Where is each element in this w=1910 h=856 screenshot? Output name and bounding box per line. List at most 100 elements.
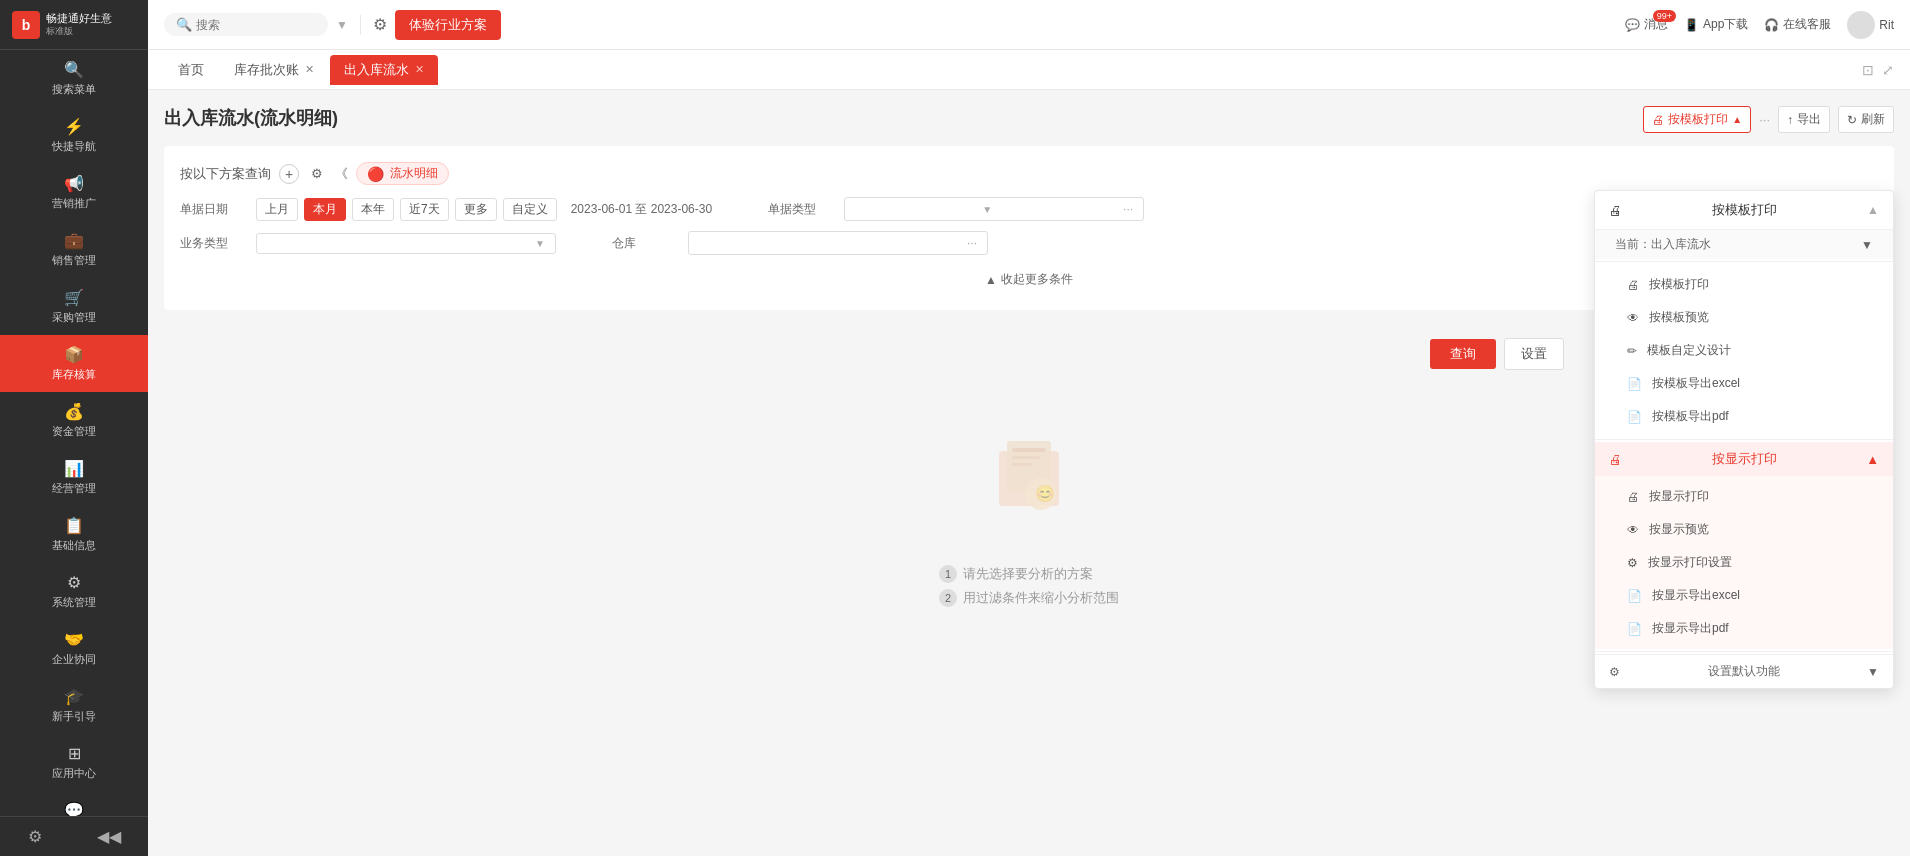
dropdown-display-section: 🖨 按显示打印 👁 按显示预览 ⚙ 按显示打印设置 📄 按显示导出excel 📄	[1595, 476, 1893, 649]
sidebar-label-sales: 销售管理	[52, 253, 96, 268]
dropdown-template-print[interactable]: 🖨 按模板打印	[1595, 268, 1893, 301]
filter-collapse-btn[interactable]: 《	[335, 165, 348, 183]
dropdown-display-print-settings[interactable]: ⚙ 按显示打印设置	[1595, 546, 1893, 579]
sidebar-label-basic: 基础信息	[52, 538, 96, 553]
tab-minimize-icon[interactable]: ⊡	[1862, 62, 1874, 78]
date-btn-this-month[interactable]: 本月	[304, 198, 346, 221]
filter-tag-flow[interactable]: 🔴 流水明细	[356, 162, 449, 185]
filter-tag-label: 流水明细	[390, 165, 438, 182]
sidebar-item-marketing[interactable]: 📢 营销推广	[0, 164, 148, 221]
dropdown-display-section-header[interactable]: 🖨 按显示打印 ▲	[1595, 442, 1893, 476]
app-subtitle: 标准版	[46, 25, 112, 38]
export-label: 导出	[1797, 111, 1821, 128]
dropdown-display-print[interactable]: 🖨 按显示打印	[1595, 480, 1893, 513]
dropdown-template-preview[interactable]: 👁 按模板预览	[1595, 301, 1893, 334]
pdf-icon-1: 📄	[1627, 410, 1642, 424]
tab-flow-label: 出入库流水	[344, 61, 409, 79]
date-btn-last-month[interactable]: 上月	[256, 198, 298, 221]
graduation-icon: 🎓	[64, 687, 84, 706]
hint-2: 2 用过滤条件来缩小分析范围	[939, 589, 1119, 607]
tab-flow[interactable]: 出入库流水 ✕	[330, 55, 438, 85]
user-avatar-btn[interactable]: Rit	[1847, 11, 1894, 39]
sidebar-item-purchase[interactable]: 🛒 采购管理	[0, 278, 148, 335]
app-download-btn[interactable]: 📱 App下载	[1684, 16, 1748, 33]
date-btn-this-year[interactable]: 本年	[352, 198, 394, 221]
tab-home[interactable]: 首页	[164, 55, 218, 85]
dropdown-display-excel[interactable]: 📄 按显示导出excel	[1595, 579, 1893, 612]
dropdown-chevron[interactable]: ▼	[336, 18, 348, 32]
message-btn[interactable]: 💬 消息 99+	[1625, 16, 1668, 33]
dropdown-current-chevron[interactable]: ▼	[1861, 238, 1873, 252]
action-row: 查询 设置	[148, 338, 1564, 370]
sidebar-item-operation[interactable]: 📊 经营管理	[0, 449, 148, 506]
doc-type-more-icon[interactable]: ···	[1123, 202, 1133, 216]
print-dropdown-panel: 🖨 按模板打印 ▲ 当前：出入库流水 ▼ 🖨 按模板打印 👁 按模板预览	[1594, 190, 1894, 689]
eye-icon-1: 👁	[1627, 311, 1639, 325]
warehouse-select[interactable]: ···	[688, 231, 988, 255]
online-service-btn[interactable]: 🎧 在线客服	[1764, 16, 1831, 33]
industry-btn[interactable]: 体验行业方案	[395, 10, 501, 40]
dropdown-template-excel[interactable]: 📄 按模板导出excel	[1595, 367, 1893, 400]
tab-flow-close[interactable]: ✕	[415, 63, 424, 76]
logo-area: b 畅捷通好生意 标准版	[0, 0, 148, 50]
refresh-btn[interactable]: ↻ 刷新	[1838, 106, 1894, 133]
message-icon: 💬	[1625, 18, 1640, 32]
tab-home-label: 首页	[178, 61, 204, 79]
filter-add-btn[interactable]: +	[279, 164, 299, 184]
topbar-gear-icon[interactable]: ⚙	[373, 15, 387, 34]
sidebar-item-quick-nav[interactable]: ⚡ 快捷导航	[0, 107, 148, 164]
dropdown-current-label: 当前：出入库流水	[1615, 236, 1711, 253]
warehouse-more-icon[interactable]: ···	[967, 236, 977, 250]
date-btn-more[interactable]: 更多	[455, 198, 497, 221]
topbar-divider	[360, 15, 361, 35]
sidebar-item-inventory[interactable]: 📦 库存核算	[0, 335, 148, 392]
eye-icon-2: 👁	[1627, 523, 1639, 537]
dropdown-template-pdf-label: 按模板导出pdf	[1652, 408, 1729, 425]
date-btn-last-7[interactable]: 近7天	[400, 198, 449, 221]
sidebar-item-wechat[interactable]: 💬 企业微信	[0, 791, 148, 816]
sidebar-item-finance[interactable]: 💰 资金管理	[0, 392, 148, 449]
tab-batch-ledger[interactable]: 库存批次账 ✕	[220, 55, 328, 85]
date-btn-custom[interactable]: 自定义	[503, 198, 557, 221]
sidebar-collapse-btn[interactable]: ◀◀	[97, 827, 121, 846]
user-name: Rit	[1879, 18, 1894, 32]
export-btn[interactable]: ↑ 导出	[1778, 106, 1830, 133]
sidebar-label-inventory: 库存核算	[52, 367, 96, 382]
search-box[interactable]: 🔍	[164, 13, 328, 36]
sidebar-item-basic[interactable]: 📋 基础信息	[0, 506, 148, 563]
sidebar-item-system[interactable]: ⚙ 系统管理	[0, 563, 148, 620]
search-input[interactable]	[196, 18, 316, 32]
sidebar-settings-btn[interactable]: ⚙	[28, 827, 42, 846]
sidebar-item-newbie[interactable]: 🎓 新手引导	[0, 677, 148, 734]
tab-expand-icon[interactable]: ⤢	[1882, 62, 1894, 78]
dropdown-template-preview-label: 按模板预览	[1649, 309, 1709, 326]
doc-type-select[interactable]: ▼ ···	[844, 197, 1144, 221]
sidebar-label-finance: 资金管理	[52, 424, 96, 439]
query-btn[interactable]: 查询	[1430, 339, 1496, 369]
settings-btn[interactable]: 设置	[1504, 338, 1564, 370]
chart-icon: 📊	[64, 459, 84, 478]
sidebar-item-app-center[interactable]: ⊞ 应用中心	[0, 734, 148, 791]
toolbar-more-icon[interactable]: ···	[1759, 112, 1770, 127]
dropdown-template-pdf[interactable]: 📄 按模板导出pdf	[1595, 400, 1893, 433]
filter-setting-btn[interactable]: ⚙	[307, 164, 327, 184]
search-icon: 🔍	[64, 60, 84, 79]
divider-3	[1595, 651, 1893, 652]
dropdown-template-custom[interactable]: ✏ 模板自定义设计	[1595, 334, 1893, 367]
business-type-label: 业务类型	[180, 235, 240, 252]
dropdown-close-chevron[interactable]: ▲	[1867, 203, 1879, 217]
toolbar: 🖨 按模板打印 ▲ ··· ↑ 导出 ↻ 刷新	[1643, 106, 1894, 133]
tab-batch-ledger-close[interactable]: ✕	[305, 63, 314, 76]
sidebar-item-search[interactable]: 🔍 搜索菜单	[0, 50, 148, 107]
sidebar-item-enterprise[interactable]: 🤝 企业协同	[0, 620, 148, 677]
business-type-select[interactable]: ▼	[256, 233, 556, 254]
dropdown-display-label: 按显示打印	[1712, 450, 1777, 468]
dropdown-display-pdf[interactable]: 📄 按显示导出pdf	[1595, 612, 1893, 645]
sidebar-label-system: 系统管理	[52, 595, 96, 610]
print-template-btn[interactable]: 🖨 按模板打印 ▲	[1643, 106, 1751, 133]
sidebar-label-enterprise: 企业协同	[52, 652, 96, 667]
dropdown-footer[interactable]: ⚙ 设置默认功能 ▼	[1595, 654, 1893, 688]
svg-rect-3	[1012, 456, 1040, 459]
sidebar-item-sales[interactable]: 💼 销售管理	[0, 221, 148, 278]
dropdown-display-preview[interactable]: 👁 按显示预览	[1595, 513, 1893, 546]
